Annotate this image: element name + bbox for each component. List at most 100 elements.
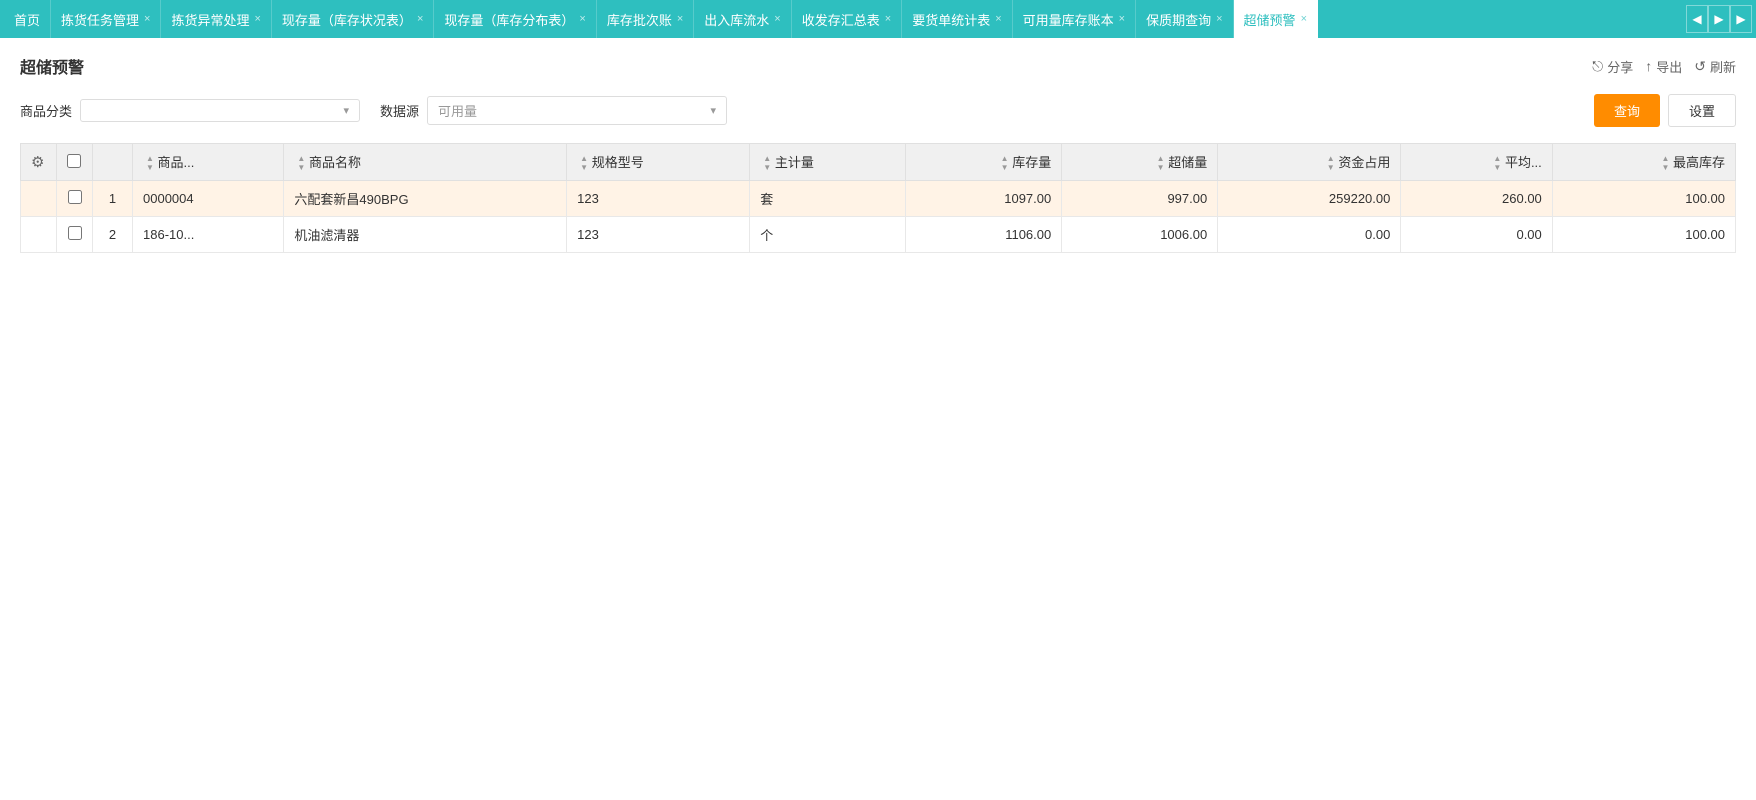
tab-stock-dist[interactable]: 现存量（库存分布表） × [434,0,596,38]
sort-icon-product-name: ▲▼ [297,155,305,173]
cell-checkbox [57,217,93,253]
tab-available-account[interactable]: 可用量库存账本 × [1013,0,1136,38]
th-row-num [93,144,133,181]
tab-inout-flow[interactable]: 出入库流水 × [694,0,791,38]
filter-category-label: 商品分类 [20,101,72,120]
share-link[interactable]: ⎋ 分享 [1592,57,1633,76]
filter-category-chevron: ▾ [343,104,349,117]
tab-order-stats[interactable]: 要货单统计表 × [902,0,1012,38]
tab-overstock-warning[interactable]: 超储预警 × [1234,0,1318,38]
filter-row: 商品分类 ▾ 数据源 可用量 ▾ 查询 设置 [20,94,1736,127]
nav-arrows: ◀ ▶ ▶ [1686,5,1752,33]
close-tab-abnormal-process[interactable]: × [254,13,260,25]
top-nav: 首页 拣货任务管理 × 拣货异常处理 × 现存量（库存状况表） × 现存量（库存… [0,0,1756,38]
cell-avg: 0.00 [1401,217,1552,253]
cell-overstock: 997.00 [1062,181,1218,217]
table-row[interactable]: 2 186-10... 机油滤清器 123 个 1106.00 1006.00 … [21,217,1736,253]
sort-icon-product-code: ▲▼ [146,155,154,173]
cell-stock: 1106.00 [906,217,1062,253]
cell-overstock: 1006.00 [1062,217,1218,253]
refresh-icon: ↺ [1694,58,1706,75]
filter-category-select[interactable]: ▾ [80,99,360,122]
filter-datasource-value: 可用量 [438,101,477,120]
cell-max-stock: 100.00 [1552,217,1735,253]
th-max-stock[interactable]: ▲▼ 最高库存 [1552,144,1735,181]
tab-collect-summary[interactable]: 收发存汇总表 × [792,0,902,38]
close-tab-task-mgmt[interactable]: × [144,13,150,25]
cell-max-stock: 100.00 [1552,181,1735,217]
close-tab-batch-account[interactable]: × [677,13,683,25]
filter-actions: 查询 设置 [1594,94,1736,127]
tab-abnormal-process[interactable]: 拣货异常处理 × [161,0,271,38]
cell-row-num: 1 [93,181,133,217]
filter-datasource: 数据源 可用量 ▾ [380,96,727,125]
sort-icon-spec: ▲▼ [580,155,588,173]
th-stock[interactable]: ▲▼ 库存量 [906,144,1062,181]
th-product-name[interactable]: ▲▼ 商品名称 [284,144,567,181]
filter-category: 商品分类 ▾ [20,99,360,122]
close-tab-overstock-warning[interactable]: × [1301,13,1307,25]
cell-product-name: 六配套新昌490BPG [284,181,567,217]
close-tab-order-stats[interactable]: × [995,13,1001,25]
tab-task-mgmt[interactable]: 拣货任务管理 × [51,0,161,38]
th-checkbox [57,144,93,181]
tab-batch-account[interactable]: 库存批次账 × [597,0,694,38]
refresh-link[interactable]: ↺ 刷新 [1694,57,1736,76]
tab-home[interactable]: 首页 [4,0,51,38]
table-header-row: ⚙ ▲▼ 商品... ▲▼ 商品名称 ▲▼ 规格型号 [21,144,1736,181]
tab-expiry-query[interactable]: 保质期查询 × [1136,0,1233,38]
th-overstock[interactable]: ▲▼ 超储量 [1062,144,1218,181]
th-unit[interactable]: ▲▼ 主计量 [750,144,906,181]
cell-row-num: 2 [93,217,133,253]
cell-capital-usage: 0.00 [1218,217,1401,253]
cell-stock: 1097.00 [906,181,1062,217]
nav-right-arrow[interactable]: ▶ [1708,5,1730,33]
th-spec[interactable]: ▲▼ 规格型号 [567,144,750,181]
th-capital-usage[interactable]: ▲▼ 资金占用 [1218,144,1401,181]
tab-stock-status[interactable]: 现存量（库存状况表） × [272,0,434,38]
nav-left-arrow[interactable]: ◀ [1686,5,1708,33]
close-tab-inout-flow[interactable]: × [774,13,780,25]
filter-datasource-label: 数据源 [380,101,419,120]
header-actions: ⎋ 分享 ↑ 导出 ↺ 刷新 [1592,57,1736,76]
sort-icon-unit: ▲▼ [763,155,771,173]
sort-icon-overstock: ▲▼ [1157,155,1165,173]
page-title: 超储预警 [20,54,84,78]
page-header: 超储预警 ⎋ 分享 ↑ 导出 ↺ 刷新 [20,54,1736,78]
close-tab-stock-status[interactable]: × [417,13,423,25]
close-tab-expiry-query[interactable]: × [1216,13,1222,25]
cell-settings [21,181,57,217]
cell-product-code: 186-10... [133,217,284,253]
th-settings: ⚙ [21,144,57,181]
table-body: 1 0000004 六配套新昌490BPG 123 套 1097.00 997.… [21,181,1736,253]
row-checkbox-0[interactable] [68,190,82,204]
share-icon: ⎋ [1592,58,1603,75]
nav-expand-arrow[interactable]: ▶ [1730,5,1752,33]
th-product-code[interactable]: ▲▼ 商品... [133,144,284,181]
close-tab-stock-dist[interactable]: × [579,13,585,25]
data-table: ⚙ ▲▼ 商品... ▲▼ 商品名称 ▲▼ 规格型号 [20,143,1736,253]
close-tab-available-account[interactable]: × [1119,13,1125,25]
export-icon: ↑ [1645,58,1652,74]
sort-icon-capital-usage: ▲▼ [1327,155,1335,173]
export-link[interactable]: ↑ 导出 [1645,57,1682,76]
sort-icon-stock: ▲▼ [1001,155,1009,173]
filter-datasource-select[interactable]: 可用量 ▾ [427,96,727,125]
filter-datasource-chevron: ▾ [711,104,717,117]
table-row[interactable]: 1 0000004 六配套新昌490BPG 123 套 1097.00 997.… [21,181,1736,217]
row-checkbox-1[interactable] [68,226,82,240]
close-tab-collect-summary[interactable]: × [885,13,891,25]
cell-spec: 123 [567,217,750,253]
cell-avg: 260.00 [1401,181,1552,217]
cell-product-name: 机油滤清器 [284,217,567,253]
settings-button[interactable]: 设置 [1668,94,1736,127]
gear-icon[interactable]: ⚙ [31,154,44,171]
cell-unit: 套 [750,181,906,217]
th-avg[interactable]: ▲▼ 平均... [1401,144,1552,181]
cell-unit: 个 [750,217,906,253]
sort-icon-max-stock: ▲▼ [1661,155,1669,173]
page-content: 超储预警 ⎋ 分享 ↑ 导出 ↺ 刷新 商品分类 ▾ 数据源 [0,38,1756,800]
cell-checkbox [57,181,93,217]
query-button[interactable]: 查询 [1594,94,1660,127]
select-all-checkbox[interactable] [67,154,81,168]
